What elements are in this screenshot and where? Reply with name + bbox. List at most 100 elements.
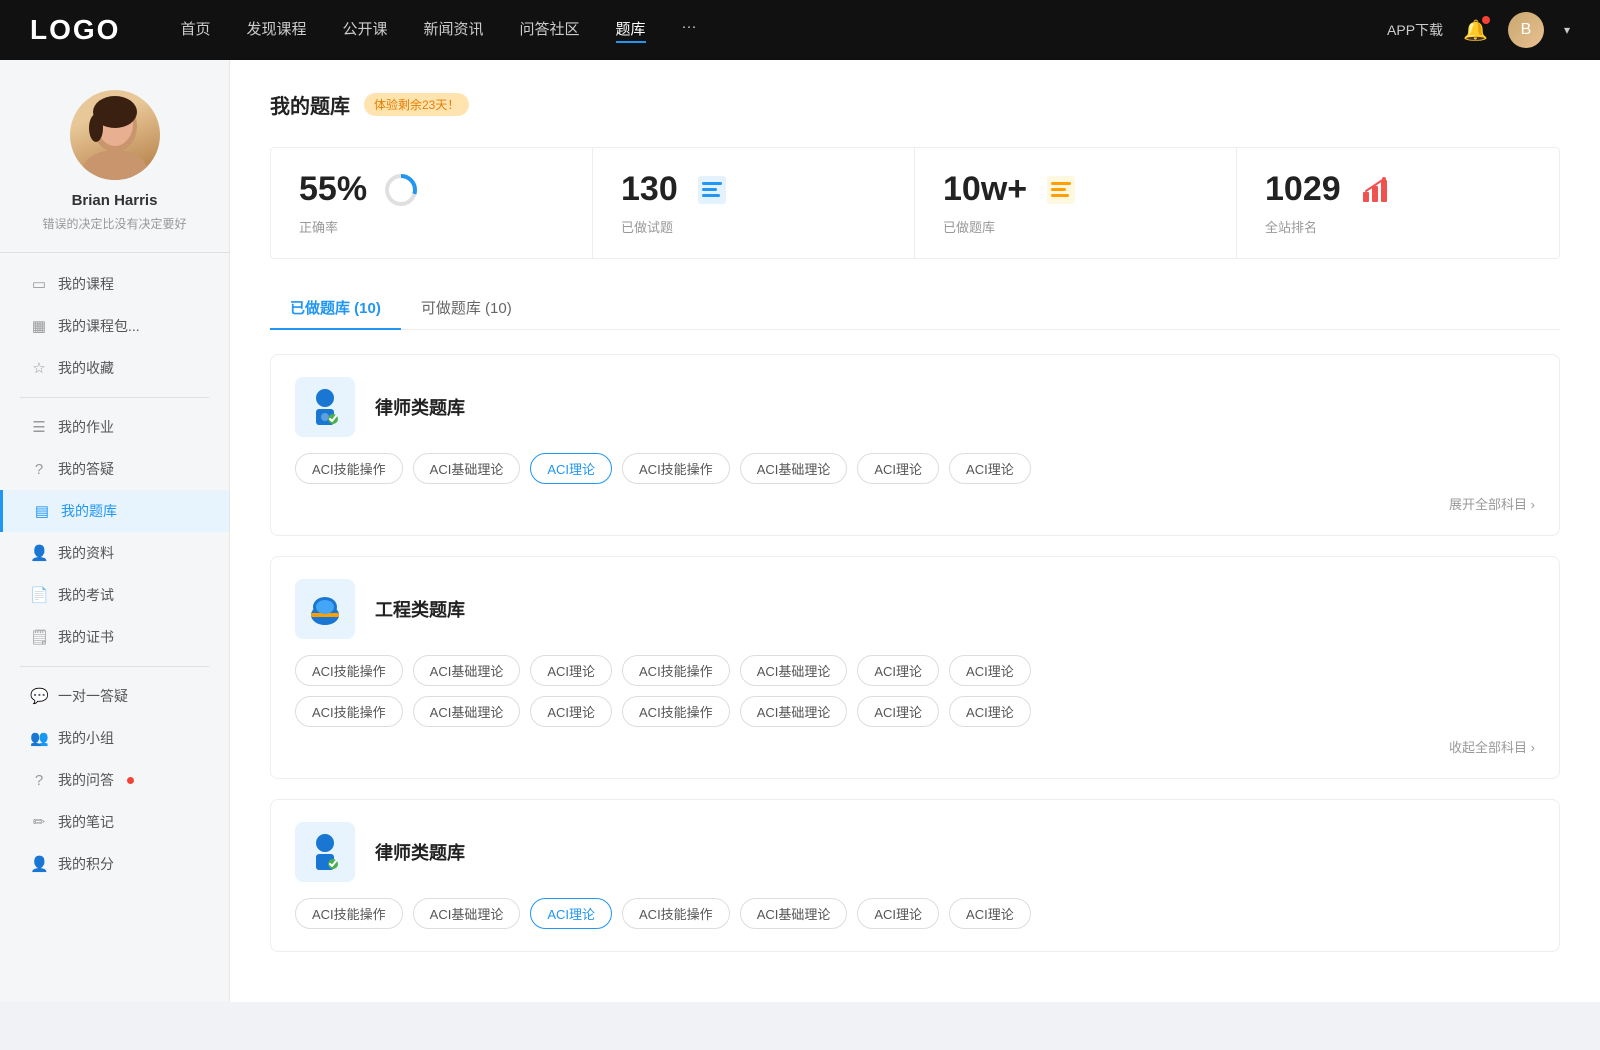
tag[interactable]: ACI理论 [857, 453, 939, 484]
tag[interactable]: ACI理论 [530, 655, 612, 686]
stat-top: 55% [299, 170, 564, 209]
tag[interactable]: ACI理论 [530, 696, 612, 727]
tag[interactable]: ACI理论 [857, 898, 939, 929]
sidebar-item-my-exam-bank[interactable]: ▤ 我的题库 [0, 490, 229, 532]
sidebar-item-my-notes[interactable]: ✏ 我的笔记 [0, 801, 229, 843]
stat-done-banks: 10w+ 已做题库 [915, 148, 1237, 258]
done-questions-value: 130 [621, 170, 678, 209]
nav-link-home[interactable]: 首页 [180, 18, 210, 43]
nav-link-news[interactable]: 新闻资讯 [424, 18, 484, 43]
category-card-lawyer-2: 律师类题库 ACI技能操作 ACI基础理论 ACI理论 ACI技能操作 ACI基… [270, 799, 1560, 952]
nav-link-open[interactable]: 公开课 [342, 18, 387, 43]
tags-row-engineer-2: ACI技能操作 ACI基础理论 ACI理论 ACI技能操作 ACI基础理论 AC… [295, 696, 1535, 727]
one-on-one-icon: 💬 [30, 687, 48, 705]
sidebar-item-label: 我的考试 [58, 585, 114, 605]
sidebar-item-my-qa[interactable]: ? 我的答疑 [0, 448, 229, 490]
nav-link-exam[interactable]: 题库 [616, 18, 646, 43]
group-icon: 👥 [30, 729, 48, 747]
notification-bell[interactable]: 🔔 [1463, 18, 1488, 43]
rank-value: 1029 [1265, 170, 1341, 209]
sidebar-item-my-answers[interactable]: ? 我的问答 [0, 759, 229, 801]
category-title-engineer: 工程类题库 [375, 596, 465, 622]
collapse-link-engineer[interactable]: 收起全部科目 › [295, 737, 1535, 756]
pie-chart-icon [383, 172, 419, 208]
nav-right: APP下载 🔔 B ▾ [1387, 12, 1570, 48]
sidebar-item-my-cert[interactable]: 🗒 我的证书 [0, 616, 229, 658]
lawyer-icon-2 [303, 830, 347, 874]
nav-links: 首页 发现课程 公开课 新闻资讯 问答社区 题库 ··· [180, 18, 1387, 43]
sidebar-item-my-group[interactable]: 👥 我的小组 [0, 717, 229, 759]
navbar: LOGO 首页 发现课程 公开课 新闻资讯 问答社区 题库 ··· APP下载 … [0, 0, 1600, 60]
main-content: 我的题库 体验剩余23天！ 55% 正确率 [230, 60, 1600, 1002]
tag[interactable]: ACI技能操作 [295, 696, 403, 727]
tag[interactable]: ACI基础理论 [740, 898, 848, 929]
answers-icon: ? [30, 772, 48, 789]
tag[interactable]: ACI技能操作 [622, 453, 730, 484]
star-icon: ☆ [30, 359, 48, 377]
tag[interactable]: ACI技能操作 [295, 453, 403, 484]
tag[interactable]: ACI理论 [857, 655, 939, 686]
accuracy-value: 55% [299, 170, 367, 209]
nav-link-qa[interactable]: 问答社区 [520, 18, 580, 43]
stat-top: 130 [621, 170, 886, 209]
expand-link-lawyer-1[interactable]: 展开全部科目 › [295, 494, 1535, 513]
tag[interactable]: ACI技能操作 [622, 696, 730, 727]
stat-rank: 1029 全站排名 [1237, 148, 1559, 258]
avatar[interactable]: B [1508, 12, 1544, 48]
engineer-icon [303, 587, 347, 631]
tab-todo[interactable]: 可做题库 (10) [401, 287, 532, 330]
tag-selected[interactable]: ACI理论 [530, 453, 612, 484]
tag[interactable]: ACI技能操作 [295, 898, 403, 929]
chevron-down-icon[interactable]: ▾ [1564, 23, 1570, 37]
nav-link-discover[interactable]: 发现课程 [246, 18, 306, 43]
tag[interactable]: ACI基础理论 [413, 655, 521, 686]
sidebar-item-my-course[interactable]: ▭ 我的课程 [0, 263, 229, 305]
tag[interactable]: ACI基础理论 [740, 696, 848, 727]
sidebar-item-my-homework[interactable]: ☰ 我的作业 [0, 406, 229, 448]
tag[interactable]: ACI基础理论 [413, 696, 521, 727]
sidebar-item-my-course-pkg[interactable]: ▦ 我的课程包... [0, 305, 229, 347]
tag-selected[interactable]: ACI理论 [530, 898, 612, 929]
tag[interactable]: ACI基础理论 [740, 655, 848, 686]
course-pkg-icon: ▦ [30, 317, 48, 335]
tag[interactable]: ACI理论 [949, 898, 1031, 929]
sidebar-item-my-points[interactable]: 👤 我的积分 [0, 843, 229, 885]
stat-top: 10w+ [943, 170, 1208, 209]
tag[interactable]: ACI技能操作 [622, 655, 730, 686]
tag[interactable]: ACI理论 [949, 696, 1031, 727]
accuracy-label: 正确率 [299, 217, 564, 236]
divider [20, 666, 209, 667]
nav-link-more[interactable]: ··· [682, 18, 697, 43]
done-banks-label: 已做题库 [943, 217, 1208, 236]
sidebar-item-one-on-one[interactable]: 💬 一对一答疑 [0, 675, 229, 717]
sidebar-item-my-collection[interactable]: ☆ 我的收藏 [0, 347, 229, 389]
stat-done-questions: 130 已做试题 [593, 148, 915, 258]
tags-row-engineer-1: ACI技能操作 ACI基础理论 ACI理论 ACI技能操作 ACI基础理论 AC… [295, 655, 1535, 686]
tag[interactable]: ACI技能操作 [295, 655, 403, 686]
sidebar-item-label: 我的证书 [58, 627, 114, 647]
sidebar-item-label: 我的课程包... [58, 316, 140, 336]
chart-red-icon [1357, 172, 1393, 208]
tag[interactable]: ACI基础理论 [740, 453, 848, 484]
sidebar-item-label: 我的问答 [58, 770, 114, 790]
app-download-button[interactable]: APP下载 [1387, 20, 1443, 40]
cert-icon: 🗒 [30, 628, 48, 646]
list-yellow-icon [1043, 172, 1079, 208]
category-card-lawyer-1: 律师类题库 ACI技能操作 ACI基础理论 ACI理论 ACI技能操作 ACI基… [270, 354, 1560, 536]
stat-accuracy: 55% 正确率 [271, 148, 593, 258]
user-motto: 错误的决定比没有决定要好 [20, 215, 209, 232]
category-title-lawyer-1: 律师类题库 [375, 394, 465, 420]
sidebar-item-my-profile[interactable]: 👤 我的资料 [0, 532, 229, 574]
tab-done[interactable]: 已做题库 (10) [270, 287, 401, 330]
homework-icon: ☰ [30, 418, 48, 436]
tag[interactable]: ACI理论 [857, 696, 939, 727]
tag[interactable]: ACI理论 [949, 453, 1031, 484]
page-title: 我的题库 [270, 90, 350, 119]
sidebar-item-my-exam[interactable]: 📄 我的考试 [0, 574, 229, 616]
tag[interactable]: ACI基础理论 [413, 898, 521, 929]
sidebar-item-label: 我的小组 [58, 728, 114, 748]
tag[interactable]: ACI基础理论 [413, 453, 521, 484]
tag[interactable]: ACI技能操作 [622, 898, 730, 929]
stat-top: 1029 [1265, 170, 1531, 209]
tag[interactable]: ACI理论 [949, 655, 1031, 686]
